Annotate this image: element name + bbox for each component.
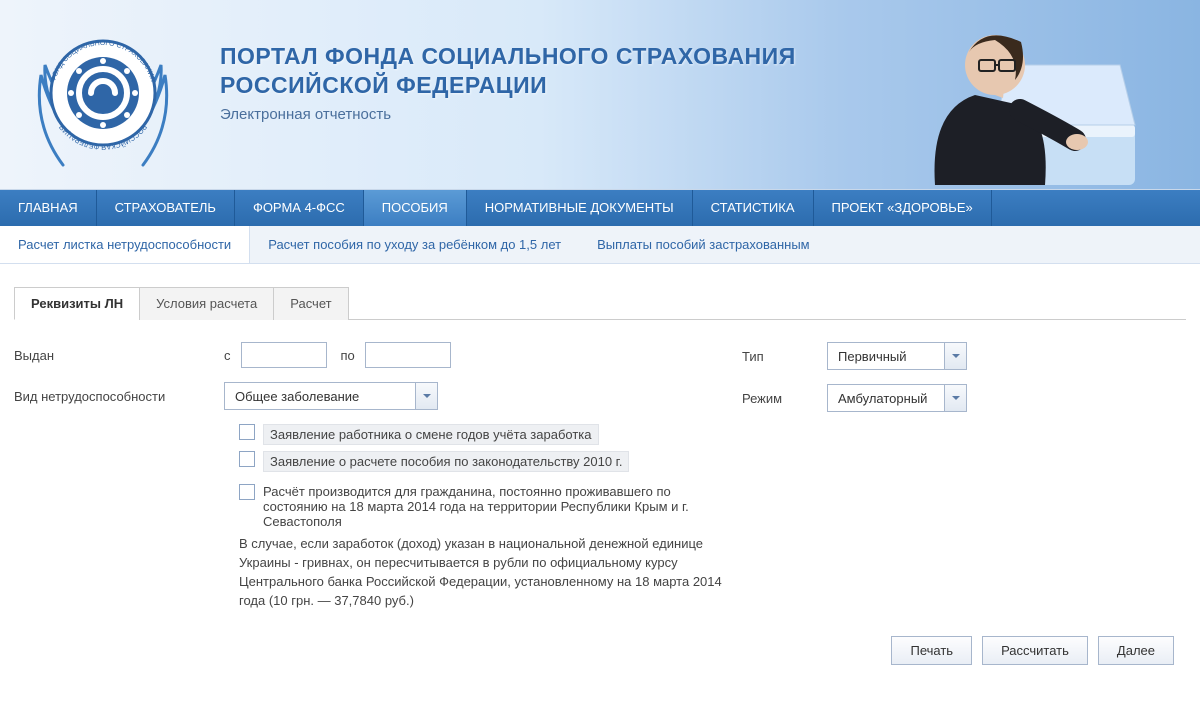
checkbox-law2010[interactable] — [239, 451, 255, 467]
type-select[interactable]: Первичный — [827, 342, 967, 370]
tabstrip: Реквизиты ЛН Условия расчета Расчет — [14, 286, 1186, 320]
kind-label: Вид нетрудоспособности — [14, 389, 224, 404]
print-button[interactable]: Печать — [891, 636, 972, 665]
checkbox-law2010-label: Заявление о расчете пособия по законодат… — [263, 451, 629, 472]
nav-item-home[interactable]: ГЛАВНАЯ — [0, 190, 97, 226]
tab-conditions[interactable]: Условия расчета — [139, 287, 274, 320]
hero-image — [845, 10, 1145, 190]
currency-note: В случае, если заработок (доход) указан … — [239, 535, 734, 610]
nav-item-form4[interactable]: ФОРМА 4-ФСС — [235, 190, 364, 226]
next-button[interactable]: Далее — [1098, 636, 1174, 665]
kind-select[interactable]: Общее заболевание — [224, 382, 438, 410]
header-title-block: ПОРТАЛ ФОНДА СОЦИАЛЬНОГО СТРАХОВАНИЯ РОС… — [220, 42, 890, 123]
header-title-line1: ПОРТАЛ ФОНДА СОЦИАЛЬНОГО СТРАХОВАНИЯ — [220, 43, 796, 69]
issued-to-input[interactable] — [365, 342, 451, 368]
checkbox-year-change[interactable] — [239, 424, 255, 440]
nav-item-statistics[interactable]: СТАТИСТИКА — [693, 190, 814, 226]
subnav-item-sickleave-calc[interactable]: Расчет листка нетрудоспособности — [0, 226, 250, 263]
mode-label: Режим — [742, 391, 827, 406]
main-nav: ГЛАВНАЯ СТРАХОВАТЕЛЬ ФОРМА 4-ФСС ПОСОБИЯ… — [0, 190, 1200, 226]
chevron-down-icon[interactable] — [944, 343, 966, 369]
checkbox-crimea-label: Расчёт производится для гражданина, пост… — [263, 484, 734, 529]
nav-item-documents[interactable]: НОРМАТИВНЫЕ ДОКУМЕНТЫ — [467, 190, 693, 226]
nav-item-insurer[interactable]: СТРАХОВАТЕЛЬ — [97, 190, 235, 226]
subnav-item-payments[interactable]: Выплаты пособий застрахованным — [579, 226, 828, 263]
nav-item-benefits[interactable]: ПОСОБИЯ — [364, 190, 467, 226]
sub-nav: Расчет листка нетрудоспособности Расчет … — [0, 226, 1200, 264]
subnav-item-childcare-calc[interactable]: Расчет пособия по уходу за ребёнком до 1… — [250, 226, 579, 263]
to-label: по — [341, 348, 355, 363]
checkbox-crimea[interactable] — [239, 484, 255, 500]
logo: ФОНД СОЦИАЛЬНОГО СТРАХОВАНИЯ РОССИЙСКАЯ … — [18, 10, 188, 180]
tab-calculation[interactable]: Расчет — [273, 287, 348, 320]
from-label: с — [224, 348, 231, 363]
issued-label: Выдан — [14, 348, 224, 363]
nav-item-project-health[interactable]: ПРОЕКТ «ЗДОРОВЬЕ» — [814, 190, 992, 226]
type-label: Тип — [742, 349, 827, 364]
calculate-button[interactable]: Рассчитать — [982, 636, 1088, 665]
type-select-value: Первичный — [828, 349, 944, 364]
chevron-down-icon[interactable] — [944, 385, 966, 411]
header-subtitle: Электронная отчетность — [220, 106, 890, 123]
kind-select-value: Общее заболевание — [225, 389, 415, 404]
checkbox-year-change-label: Заявление работника о смене годов учёта … — [263, 424, 599, 445]
header-title-line2: РОССИЙСКОЙ ФЕДЕРАЦИИ — [220, 72, 547, 98]
issued-from-input[interactable] — [241, 342, 327, 368]
footer-buttons: Печать Рассчитать Далее — [14, 610, 1186, 673]
header-banner: ФОНД СОЦИАЛЬНОГО СТРАХОВАНИЯ РОССИЙСКАЯ … — [0, 0, 1200, 190]
chevron-down-icon[interactable] — [415, 383, 437, 409]
mode-select-value: Амбулаторный — [828, 391, 944, 406]
tab-details[interactable]: Реквизиты ЛН — [14, 287, 140, 320]
content-area: Реквизиты ЛН Условия расчета Расчет Выда… — [0, 264, 1200, 691]
mode-select[interactable]: Амбулаторный — [827, 384, 967, 412]
